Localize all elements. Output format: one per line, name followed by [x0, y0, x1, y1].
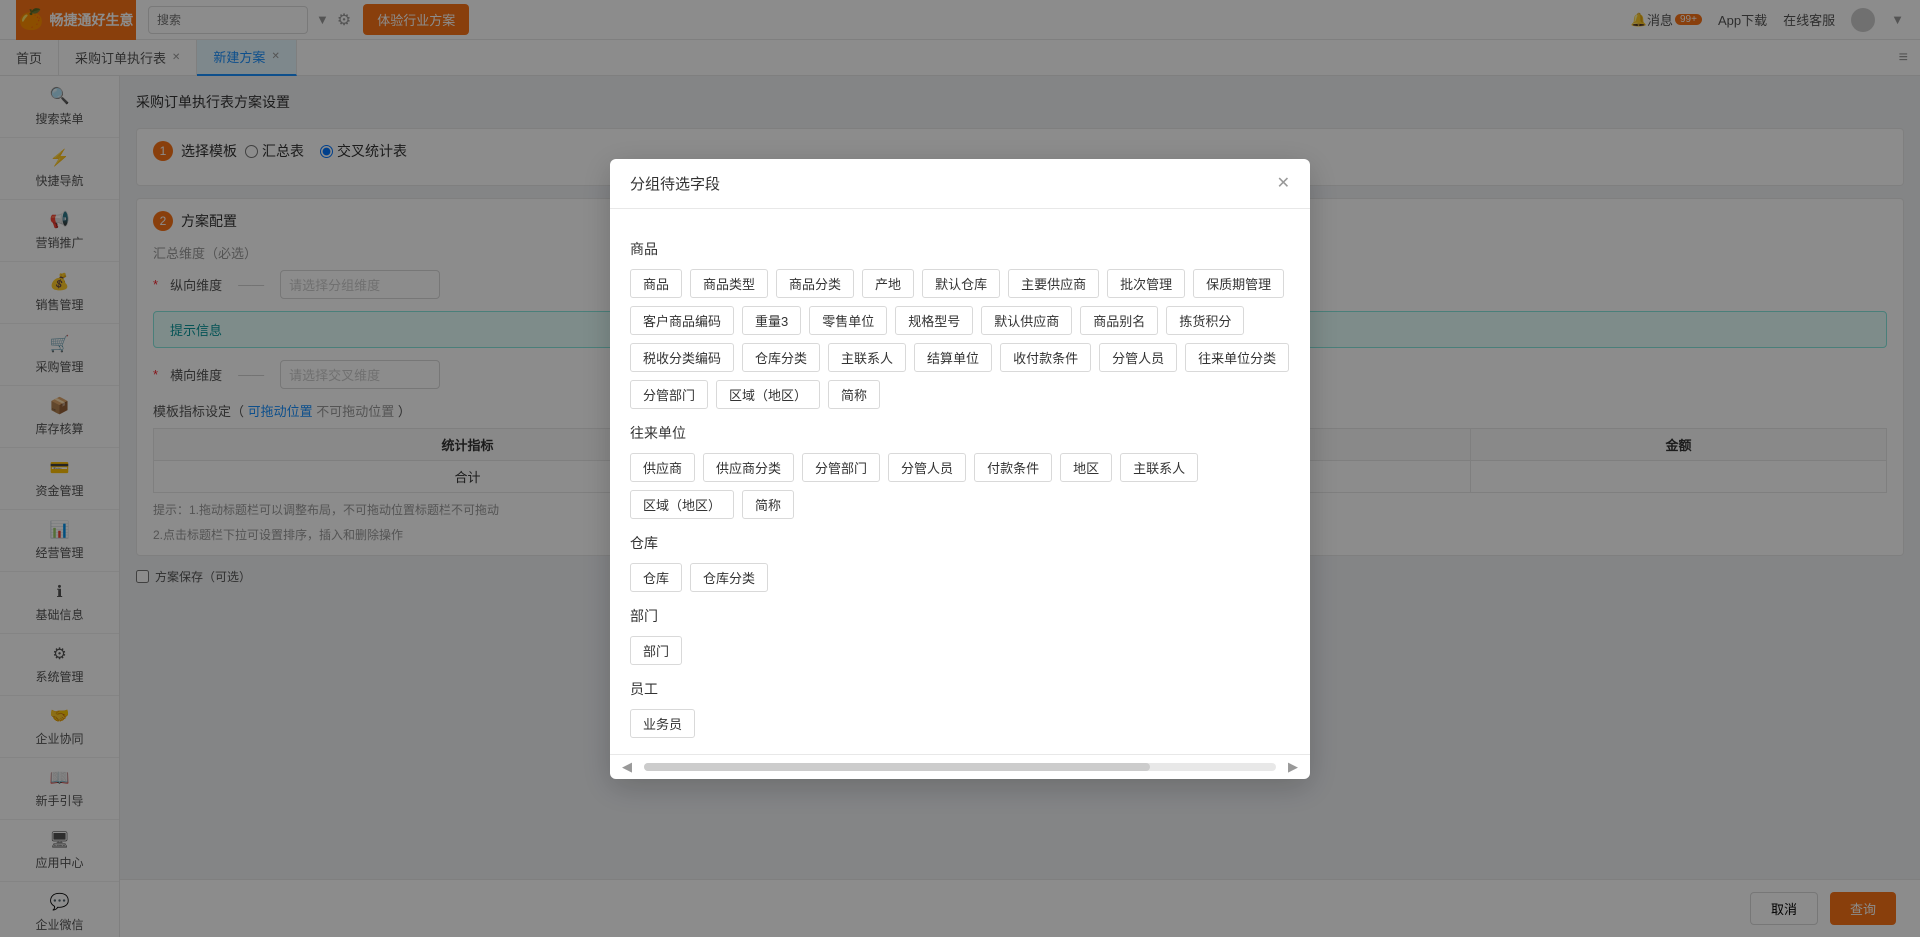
modal-header: 分组待选字段 ✕ [610, 159, 1310, 209]
field-tag-3-0[interactable]: 部门 [630, 636, 682, 665]
field-tag-0-9[interactable]: 重量3 [742, 306, 801, 335]
field-tag-1-4[interactable]: 付款条件 [974, 453, 1052, 482]
field-tag-2-1[interactable]: 仓库分类 [690, 563, 768, 592]
modal-section-fields-1: 供应商供应商分类分管部门分管人员付款条件地区主联系人区域（地区） 简称 [630, 453, 1290, 519]
modal-section-title-1: 往来单位 [630, 423, 1290, 443]
modal-section-fields-3: 部门 [630, 636, 1290, 665]
field-tag-0-24[interactable]: 简称 [828, 380, 880, 409]
field-tag-0-3[interactable]: 产地 [862, 269, 914, 298]
field-tag-0-4[interactable]: 默认仓库 [922, 269, 1000, 298]
field-tag-0-15[interactable]: 税收分类编码 [630, 343, 734, 372]
field-tag-0-1[interactable]: 商品类型 [690, 269, 768, 298]
field-tag-0-17[interactable]: 主联系人 [828, 343, 906, 372]
scroll-right-icon[interactable]: ▶ [1284, 759, 1302, 775]
modal-section-fields-4: 业务员 [630, 709, 1290, 738]
modal-title: 分组待选字段 [630, 173, 720, 194]
field-tag-0-20[interactable]: 分管人员 [1099, 343, 1177, 372]
field-tag-0-0[interactable]: 商品 [630, 269, 682, 298]
field-tag-0-12[interactable]: 默认供应商 [981, 306, 1072, 335]
modal-section-fields-2: 仓库仓库分类 [630, 563, 1290, 592]
modal: 分组待选字段 ✕ 商品商品商品类型商品分类产地默认仓库主要供应商批次管理保质期管… [610, 159, 1310, 779]
field-tag-1-3[interactable]: 分管人员 [888, 453, 966, 482]
field-tag-2-0[interactable]: 仓库 [630, 563, 682, 592]
field-tag-0-8[interactable]: 客户商品编码 [630, 306, 734, 335]
field-tag-0-22[interactable]: 分管部门 [630, 380, 708, 409]
modal-section-title-3: 部门 [630, 606, 1290, 626]
field-tag-0-19[interactable]: 收付款条件 [1000, 343, 1091, 372]
modal-close-btn[interactable]: ✕ [1277, 173, 1290, 193]
field-tag-0-11[interactable]: 规格型号 [895, 306, 973, 335]
scroll-left-icon[interactable]: ◀ [618, 759, 636, 775]
modal-overlay: 分组待选字段 ✕ 商品商品商品类型商品分类产地默认仓库主要供应商批次管理保质期管… [0, 0, 1920, 937]
modal-section-title-4: 员工 [630, 679, 1290, 699]
field-tag-0-23[interactable]: 区域（地区） [716, 380, 820, 409]
modal-section-fields-0: 商品商品类型商品分类产地默认仓库主要供应商批次管理保质期管理客户商品编码重量3 零… [630, 269, 1290, 409]
field-tag-0-2[interactable]: 商品分类 [776, 269, 854, 298]
modal-section-title-0: 商品 [630, 239, 1290, 259]
field-tag-0-10[interactable]: 零售单位 [809, 306, 887, 335]
modal-body: 商品商品商品类型商品分类产地默认仓库主要供应商批次管理保质期管理客户商品编码重量… [610, 209, 1310, 754]
field-tag-1-8[interactable]: 简称 [742, 490, 794, 519]
field-tag-0-6[interactable]: 批次管理 [1107, 269, 1185, 298]
field-tag-0-7[interactable]: 保质期管理 [1193, 269, 1284, 298]
field-tag-1-6[interactable]: 主联系人 [1120, 453, 1198, 482]
field-tag-0-13[interactable]: 商品别名 [1080, 306, 1158, 335]
modal-section-title-2: 仓库 [630, 533, 1290, 553]
field-tag-1-1[interactable]: 供应商分类 [703, 453, 794, 482]
field-tag-0-21[interactable]: 往来单位分类 [1185, 343, 1289, 372]
field-tag-0-14[interactable]: 拣货积分 [1166, 306, 1244, 335]
modal-scroll-bar: ◀ ▶ [610, 754, 1310, 779]
field-tag-0-5[interactable]: 主要供应商 [1008, 269, 1099, 298]
field-tag-0-18[interactable]: 结算单位 [914, 343, 992, 372]
field-tag-0-16[interactable]: 仓库分类 [742, 343, 820, 372]
field-tag-1-5[interactable]: 地区 [1060, 453, 1112, 482]
field-tag-1-2[interactable]: 分管部门 [802, 453, 880, 482]
field-tag-4-0[interactable]: 业务员 [630, 709, 695, 738]
field-tag-1-7[interactable]: 区域（地区） [630, 490, 734, 519]
field-tag-1-0[interactable]: 供应商 [630, 453, 695, 482]
